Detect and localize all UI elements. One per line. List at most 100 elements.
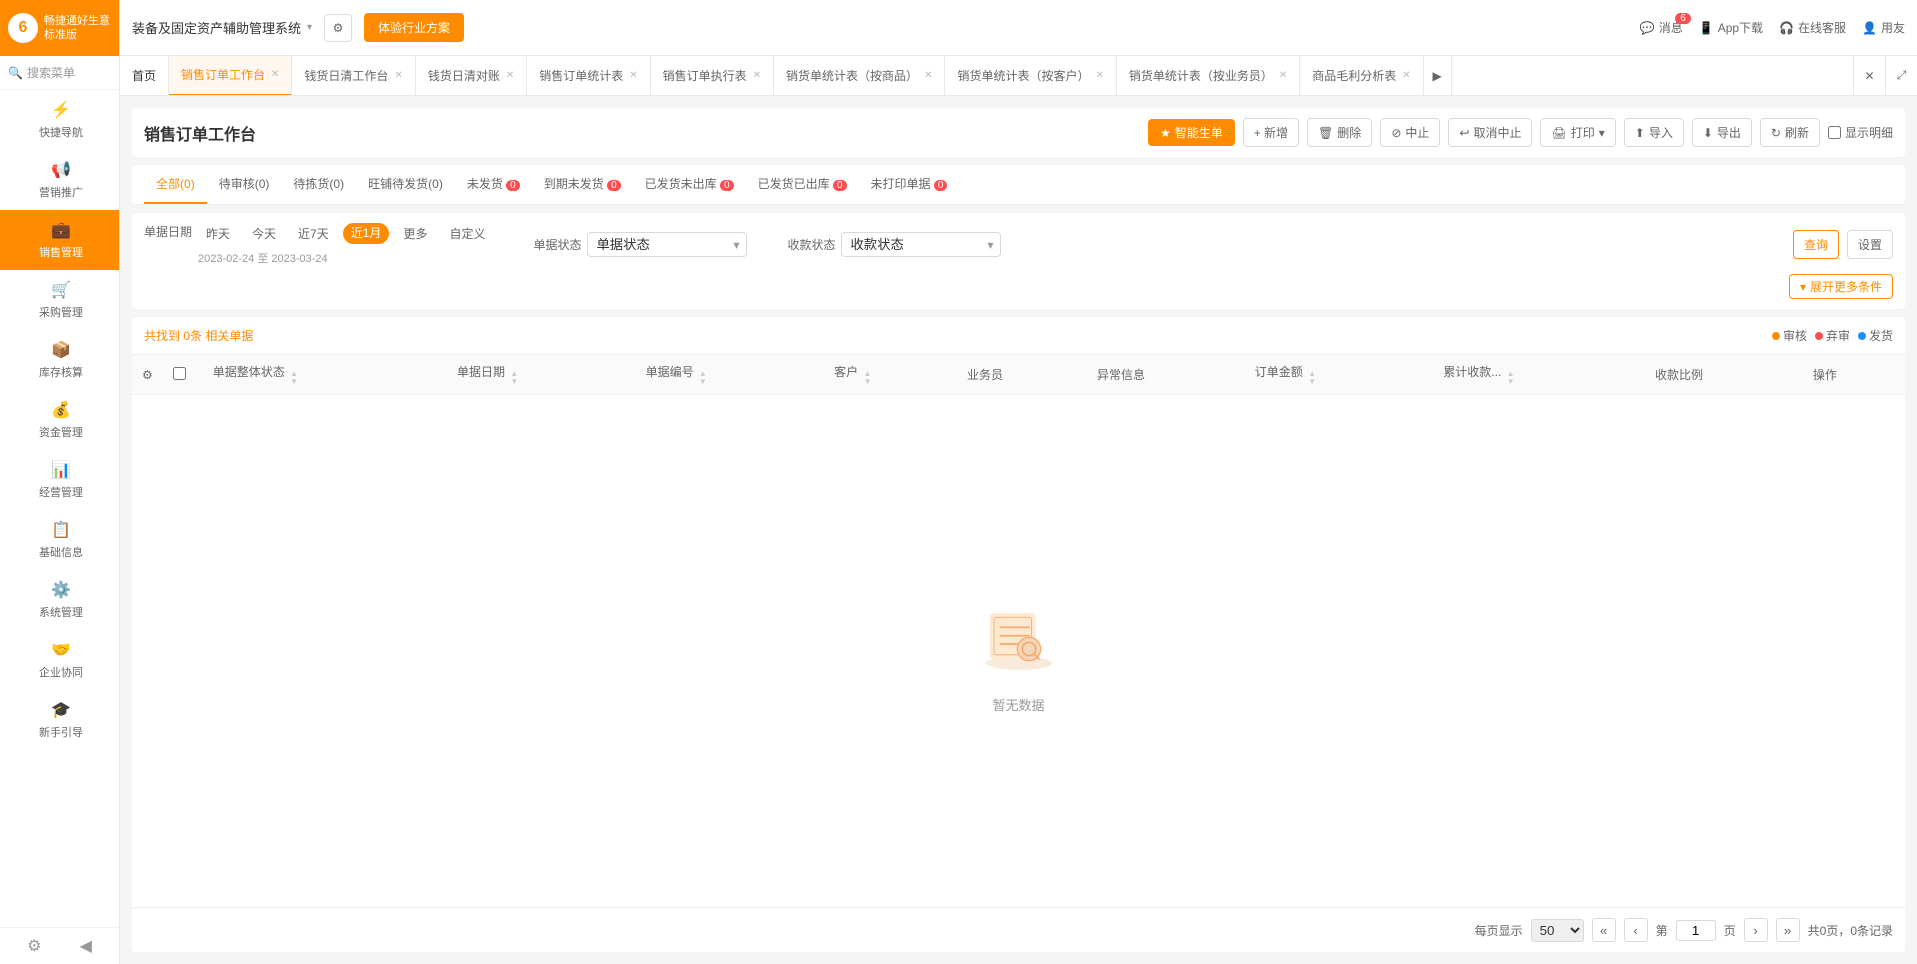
tab-home[interactable]: 首页 bbox=[120, 56, 169, 96]
settings-filter-button[interactable]: 设置 bbox=[1847, 230, 1893, 259]
tab-sales-stats[interactable]: 销售订单统计表 ✕ bbox=[527, 56, 650, 96]
tab-sales-order-workbench[interactable]: 销售订单工作台 ✕ bbox=[169, 56, 292, 96]
user-menu[interactable]: 👤 用友 bbox=[1862, 19, 1905, 36]
sidebar-item-quick-nav[interactable]: ⚡ 快捷导航 bbox=[0, 90, 119, 150]
sort-date-icon[interactable]: ▲▼ bbox=[510, 370, 518, 386]
messages-button[interactable]: 💬 消息 6 bbox=[1640, 19, 1683, 36]
sidebar-item-operations[interactable]: 📊 经营管理 bbox=[0, 450, 119, 510]
sidebar-item-basic[interactable]: 📋 基础信息 bbox=[0, 510, 119, 570]
tab-maximize[interactable]: ⤢ bbox=[1885, 56, 1917, 96]
settings-bottom-icon[interactable]: ⚙ bbox=[27, 936, 41, 956]
sidebar-item-finance[interactable]: 💰 资金管理 bbox=[0, 390, 119, 450]
sidebar-item-cooperation[interactable]: 🤝 企业协同 bbox=[0, 630, 119, 690]
delete-button[interactable]: 🗑 删除 bbox=[1307, 118, 1372, 147]
date-opt-today[interactable]: 今天 bbox=[244, 223, 284, 244]
select-all-checkbox[interactable] bbox=[173, 367, 186, 380]
sub-tab-shipped-not-out[interactable]: 已发货未出库 0 bbox=[633, 165, 746, 204]
date-opt-yesterday[interactable]: 昨天 bbox=[198, 223, 238, 244]
tab-close-execution[interactable]: ✕ bbox=[753, 70, 761, 81]
show-detail-checkbox[interactable]: 显示明细 bbox=[1828, 124, 1893, 141]
sort-customer-icon[interactable]: ▲▼ bbox=[863, 370, 871, 386]
expand-conditions-button[interactable]: ▾ 展开更多条件 bbox=[1789, 274, 1893, 299]
tab-scroll-right[interactable]: ▶ bbox=[1424, 56, 1452, 96]
sidebar-item-marketing[interactable]: 📢 营销推广 bbox=[0, 150, 119, 210]
smart-generate-button[interactable]: ★ 智能生单 bbox=[1148, 119, 1235, 146]
tab-close-cash-daily[interactable]: ✕ bbox=[394, 70, 402, 81]
page-prev-button[interactable]: ‹ bbox=[1624, 918, 1648, 942]
page-next-button[interactable]: › bbox=[1744, 918, 1768, 942]
col-number: 单据编号 ▲▼ bbox=[636, 355, 825, 395]
tab-close-sales-order[interactable]: ✕ bbox=[271, 69, 279, 80]
suspend-icon: ⊘ bbox=[1391, 126, 1401, 140]
search-icon: 🔍 bbox=[8, 66, 23, 80]
tab-close-reconciliation[interactable]: ✕ bbox=[506, 70, 514, 81]
refresh-button[interactable]: ↻ 刷新 bbox=[1760, 118, 1820, 147]
sub-tab-wangpu[interactable]: 旺铺待发货(0) bbox=[356, 165, 455, 204]
sort-number-icon[interactable]: ▲▼ bbox=[699, 370, 707, 386]
tab-close-by-product[interactable]: ✕ bbox=[924, 70, 932, 81]
sort-accumulated-icon[interactable]: ▲▼ bbox=[1507, 370, 1515, 386]
page-input[interactable] bbox=[1676, 920, 1716, 941]
ship-quick-action[interactable]: 发货 bbox=[1858, 327, 1893, 344]
tab-close-by-customer[interactable]: ✕ bbox=[1095, 70, 1103, 81]
order-status-select[interactable]: 单据状态 bbox=[587, 232, 747, 257]
col-settings[interactable]: ⚙ bbox=[132, 355, 163, 395]
page-first-button[interactable]: « bbox=[1592, 918, 1616, 942]
date-filter: 单据日期 昨天 今天 近7天 近1月 更多 自定义 2023-02-24 至 2… bbox=[144, 223, 493, 266]
quick-nav-icon: ⚡ bbox=[51, 100, 71, 120]
add-button[interactable]: + 新增 bbox=[1243, 118, 1299, 147]
print-button[interactable]: 🖨 打印 ▾ bbox=[1540, 118, 1615, 147]
tab-sales-by-customer[interactable]: 销货单统计表（按客户） ✕ bbox=[945, 56, 1116, 96]
export-icon: ⬇ bbox=[1703, 126, 1713, 140]
sidebar-item-system[interactable]: ⚙️ 系统管理 bbox=[0, 570, 119, 630]
sidebar-search[interactable]: 🔍 搜索菜单 bbox=[0, 56, 119, 90]
app-download-button[interactable]: 📱 App下载 bbox=[1699, 19, 1763, 36]
sidebar-item-sales[interactable]: 💼 销售管理 bbox=[0, 210, 119, 270]
settings-button[interactable]: ⚙ bbox=[324, 14, 352, 42]
tab-close-sales-stats[interactable]: ✕ bbox=[629, 70, 637, 81]
table-header-row: ⚙ 单据整体状态 ▲▼ 单据日期 bbox=[132, 355, 1905, 395]
date-opt-7days[interactable]: 近7天 bbox=[290, 223, 337, 244]
page-last-button[interactable]: » bbox=[1776, 918, 1800, 942]
date-opt-more[interactable]: 更多 bbox=[395, 223, 435, 244]
sidebar-item-inventory[interactable]: 📦 库存核算 bbox=[0, 330, 119, 390]
cancel-review-quick-action[interactable]: 弃审 bbox=[1815, 327, 1850, 344]
tab-cash-daily[interactable]: 钱货日清工作台 ✕ bbox=[292, 56, 415, 96]
date-opt-custom[interactable]: 自定义 bbox=[441, 223, 493, 244]
industry-solution-button[interactable]: 体验行业方案 bbox=[364, 13, 464, 42]
show-detail-input[interactable] bbox=[1828, 126, 1841, 139]
sort-status-icon[interactable]: ▲▼ bbox=[290, 370, 298, 386]
sub-tab-overdue[interactable]: 到期未发货 0 bbox=[532, 165, 633, 204]
sidebar-item-purchase[interactable]: 🛒 采购管理 bbox=[0, 270, 119, 330]
sort-amount-icon[interactable]: ▲▼ bbox=[1308, 370, 1316, 386]
guide-icon: 🎓 bbox=[51, 700, 71, 720]
tab-sales-execution[interactable]: 销售订单执行表 ✕ bbox=[651, 56, 774, 96]
sidebar-item-guide[interactable]: 🎓 新手引导 bbox=[0, 690, 119, 750]
review-quick-action[interactable]: 审核 bbox=[1772, 327, 1807, 344]
basic-icon: 📋 bbox=[51, 520, 71, 540]
sub-tab-not-printed[interactable]: 未打印单据 0 bbox=[859, 165, 960, 204]
page-size-select[interactable]: 50 10 20 100 bbox=[1531, 919, 1584, 942]
tab-close-all[interactable]: ✕ bbox=[1853, 56, 1885, 96]
cancel-suspend-button[interactable]: ↩ 取消中止 bbox=[1448, 118, 1532, 147]
tab-sales-by-product[interactable]: 销货单统计表（按商品） ✕ bbox=[774, 56, 945, 96]
collapse-icon[interactable]: ◀ bbox=[80, 936, 92, 956]
tab-product-margin[interactable]: 商品毛利分析表 ✕ bbox=[1300, 56, 1423, 96]
online-service-button[interactable]: 🎧 在线客服 bbox=[1779, 19, 1846, 36]
sub-tab-shipped-out[interactable]: 已发货已出库 0 bbox=[746, 165, 859, 204]
query-button[interactable]: 查询 bbox=[1793, 230, 1839, 259]
payment-status-select[interactable]: 收款状态 bbox=[841, 232, 1001, 257]
sub-tab-all[interactable]: 全部(0) bbox=[144, 165, 207, 204]
system-title-dropdown-icon[interactable]: ▾ bbox=[307, 22, 312, 33]
export-button[interactable]: ⬇ 导出 bbox=[1692, 118, 1752, 147]
tab-sales-by-salesperson[interactable]: 销货单统计表（按业务员） ✕ bbox=[1117, 56, 1300, 96]
sub-tab-not-shipped[interactable]: 未发货 0 bbox=[455, 165, 532, 204]
suspend-button[interactable]: ⊘ 中止 bbox=[1380, 118, 1440, 147]
sub-tab-pending-review[interactable]: 待审核(0) bbox=[207, 165, 282, 204]
tab-close-margin[interactable]: ✕ bbox=[1402, 70, 1410, 81]
tab-close-by-salesperson[interactable]: ✕ bbox=[1279, 70, 1287, 81]
sub-tab-pending-inspection[interactable]: 待拣货(0) bbox=[281, 165, 356, 204]
tab-cash-reconciliation[interactable]: 钱货日清对账 ✕ bbox=[416, 56, 527, 96]
date-opt-1month[interactable]: 近1月 bbox=[343, 223, 390, 244]
import-button[interactable]: ⬆ 导入 bbox=[1624, 118, 1684, 147]
